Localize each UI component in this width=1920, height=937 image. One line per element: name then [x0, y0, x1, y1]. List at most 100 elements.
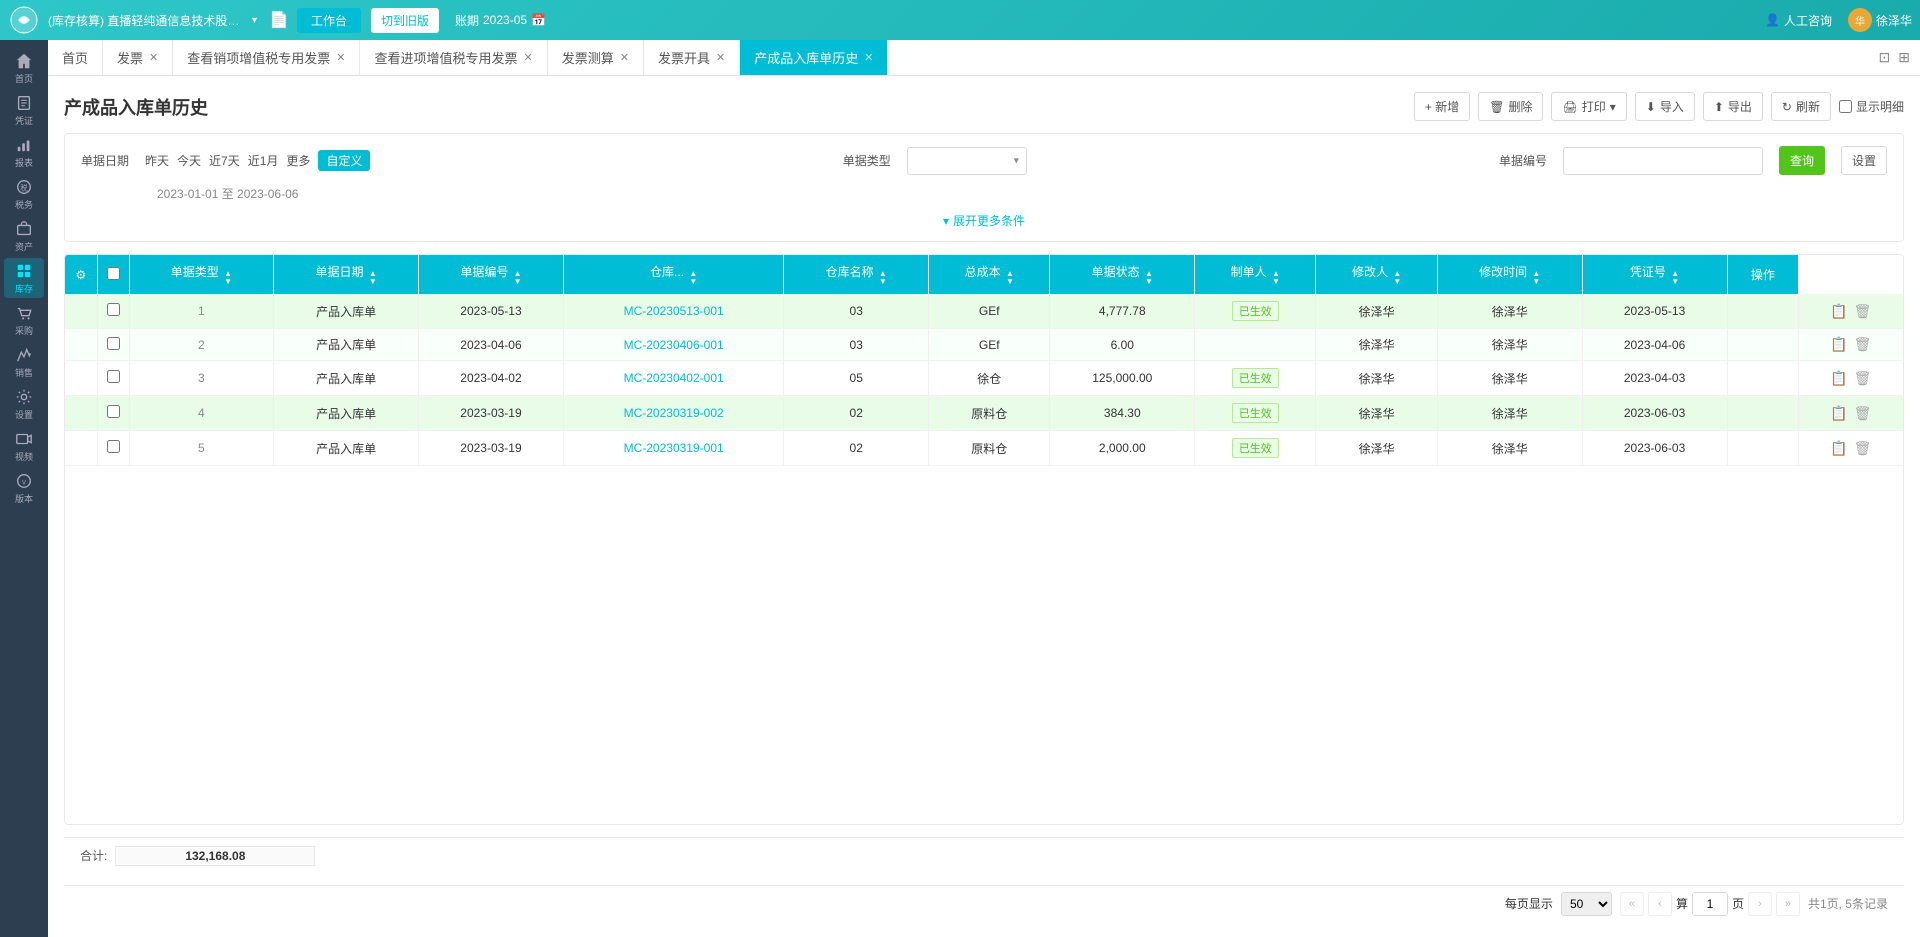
row-number-link[interactable]: MC-20230319-001	[624, 441, 724, 455]
close-tab-invoice-open[interactable]: ✕	[716, 51, 725, 64]
th-cost[interactable]: 总成本 ▲▼	[929, 255, 1050, 294]
export-button[interactable]: ⬆ 导出	[1703, 92, 1763, 121]
row-delete-icon[interactable]: 🗑	[1854, 405, 1872, 422]
page-number-input[interactable]	[1692, 892, 1728, 916]
row-delete-icon[interactable]: 🗑	[1854, 370, 1872, 387]
row-edit-icon[interactable]: 📋	[1830, 370, 1847, 387]
sidebar-item-asset[interactable]: 资产	[4, 216, 44, 256]
new-button[interactable]: + 新增	[1414, 92, 1470, 121]
per-page-select[interactable]: 50 100 200	[1561, 892, 1612, 916]
setting-button[interactable]: 设置	[1841, 146, 1887, 175]
tab-home[interactable]: 首页	[48, 40, 103, 75]
row-number[interactable]: MC-20230319-002	[563, 396, 783, 431]
calendar-icon[interactable]: 📅	[531, 13, 546, 27]
date-1month[interactable]: 近1月	[248, 152, 279, 169]
tab-invoice-calc[interactable]: 发票测算✕	[548, 40, 644, 75]
close-tab-sales-vat[interactable]: ✕	[336, 51, 345, 64]
tab-invoice[interactable]: 发票✕	[103, 40, 173, 75]
th-voucher[interactable]: 凭证号 ▲▼	[1582, 255, 1727, 294]
company-name[interactable]: (库存核算) 直播轻纯通信息技术股份... ▾	[48, 12, 257, 29]
refresh-button[interactable]: ↻ 刷新	[1771, 92, 1831, 121]
close-tab-invoice-calc[interactable]: ✕	[620, 51, 629, 64]
close-tab-product-history[interactable]: ✕	[864, 51, 873, 64]
th-modifier[interactable]: 修改人 ▲▼	[1316, 255, 1437, 294]
row-number-link[interactable]: MC-20230319-002	[624, 406, 724, 420]
th-check[interactable]	[97, 255, 129, 294]
row-edit-icon[interactable]: 📋	[1830, 440, 1847, 457]
sidebar-item-version[interactable]: V 版本	[4, 468, 44, 508]
row-check[interactable]	[97, 294, 129, 329]
row-check[interactable]	[97, 329, 129, 361]
th-creator[interactable]: 制单人 ▲▼	[1195, 255, 1316, 294]
sidebar-item-voucher[interactable]: 凭证	[4, 90, 44, 130]
type-select[interactable]: 产品入库单	[907, 147, 1027, 175]
row-delete-icon[interactable]: 🗑	[1854, 336, 1872, 353]
th-type[interactable]: 单据类型 ▲▼	[129, 255, 274, 294]
last-page-button[interactable]: »	[1776, 892, 1800, 916]
sidebar-item-home[interactable]: 首页	[4, 48, 44, 88]
row-delete-icon[interactable]: 🗑	[1854, 303, 1872, 320]
row-number[interactable]: MC-20230319-001	[563, 431, 783, 466]
row-number[interactable]: MC-20230406-001	[563, 329, 783, 361]
row-number-link[interactable]: MC-20230406-001	[624, 338, 724, 352]
row-check[interactable]	[97, 361, 129, 396]
workbench-button[interactable]: 工作台	[297, 8, 361, 33]
close-tab-purchase-vat[interactable]: ✕	[524, 51, 533, 64]
tab-sales-vat[interactable]: 查看销项增值税专用发票✕	[173, 40, 360, 75]
row-number-link[interactable]: MC-20230513-001	[624, 304, 724, 318]
th-wh-code[interactable]: 仓库... ▲▼	[563, 255, 783, 294]
th-number[interactable]: 单据编号 ▲▼	[418, 255, 563, 294]
print-button[interactable]: 🖨 打印 ▾	[1551, 92, 1626, 121]
import-button[interactable]: ⬇ 导入	[1635, 92, 1695, 121]
row-checkbox[interactable]	[107, 303, 120, 316]
row-check[interactable]	[97, 431, 129, 466]
delete-button[interactable]: 🗑 删除	[1478, 92, 1543, 121]
th-wh-name[interactable]: 仓库名称 ▲▼	[784, 255, 929, 294]
query-button[interactable]: 查询	[1779, 146, 1825, 175]
row-checkbox[interactable]	[107, 370, 120, 383]
row-check[interactable]	[97, 396, 129, 431]
row-number[interactable]: MC-20230402-001	[563, 361, 783, 396]
customer-service-button[interactable]: 👤 人工咨询	[1765, 12, 1832, 29]
sidebar-item-sale[interactable]: 销售	[4, 342, 44, 382]
prev-page-button[interactable]: ‹	[1648, 892, 1672, 916]
tab-maximize-icon[interactable]: ⊞	[1898, 49, 1910, 66]
date-today[interactable]: 今天	[177, 152, 201, 169]
next-page-button[interactable]: ›	[1748, 892, 1772, 916]
row-edit-icon[interactable]: 📋	[1830, 405, 1847, 422]
row-checkbox[interactable]	[107, 440, 120, 453]
tab-purchase-vat[interactable]: 查看进项增值税专用发票✕	[360, 40, 547, 75]
date-7days[interactable]: 近7天	[209, 152, 240, 169]
date-more[interactable]: 更多	[286, 152, 310, 169]
row-number-link[interactable]: MC-20230402-001	[624, 371, 724, 385]
sidebar-item-video[interactable]: 视频	[4, 426, 44, 466]
th-settings[interactable]: ⚙	[65, 255, 97, 294]
sidebar-item-purchase[interactable]: 采购	[4, 300, 44, 340]
sidebar-item-report[interactable]: 报表	[4, 132, 44, 172]
row-checkbox[interactable]	[107, 405, 120, 418]
sidebar-item-inventory[interactable]: 库存	[4, 258, 44, 298]
tab-product-history[interactable]: 产成品入库单历史✕	[740, 40, 888, 75]
date-yesterday[interactable]: 昨天	[145, 152, 169, 169]
show-detail-checkbox[interactable]	[1839, 100, 1852, 113]
sidebar-item-tax[interactable]: 税 税务	[4, 174, 44, 214]
row-number[interactable]: MC-20230513-001	[563, 294, 783, 329]
first-page-button[interactable]: «	[1620, 892, 1644, 916]
number-input[interactable]	[1563, 147, 1763, 175]
th-date[interactable]: 单据日期 ▲▼	[274, 255, 419, 294]
th-modify-time[interactable]: 修改时间 ▲▼	[1437, 255, 1582, 294]
user-menu[interactable]: 华 徐泽华	[1848, 8, 1912, 32]
row-edit-icon[interactable]: 📋	[1830, 336, 1847, 353]
tab-invoice-open[interactable]: 发票开具✕	[644, 40, 740, 75]
close-tab-invoice[interactable]: ✕	[149, 51, 158, 64]
select-all-checkbox[interactable]	[107, 267, 120, 280]
expand-button[interactable]: ▾ 展开更多条件	[943, 212, 1025, 229]
row-delete-icon[interactable]: 🗑	[1854, 440, 1872, 457]
show-detail-checkbox-label[interactable]: 显示明细	[1839, 98, 1904, 115]
sidebar-item-settings[interactable]: 设置	[4, 384, 44, 424]
switch-version-button[interactable]: 切到旧版	[371, 8, 439, 33]
date-custom[interactable]: 自定义	[318, 150, 370, 171]
row-checkbox[interactable]	[107, 337, 120, 350]
tab-restore-icon[interactable]: ⊡	[1879, 49, 1891, 66]
th-status[interactable]: 单据状态 ▲▼	[1050, 255, 1195, 294]
